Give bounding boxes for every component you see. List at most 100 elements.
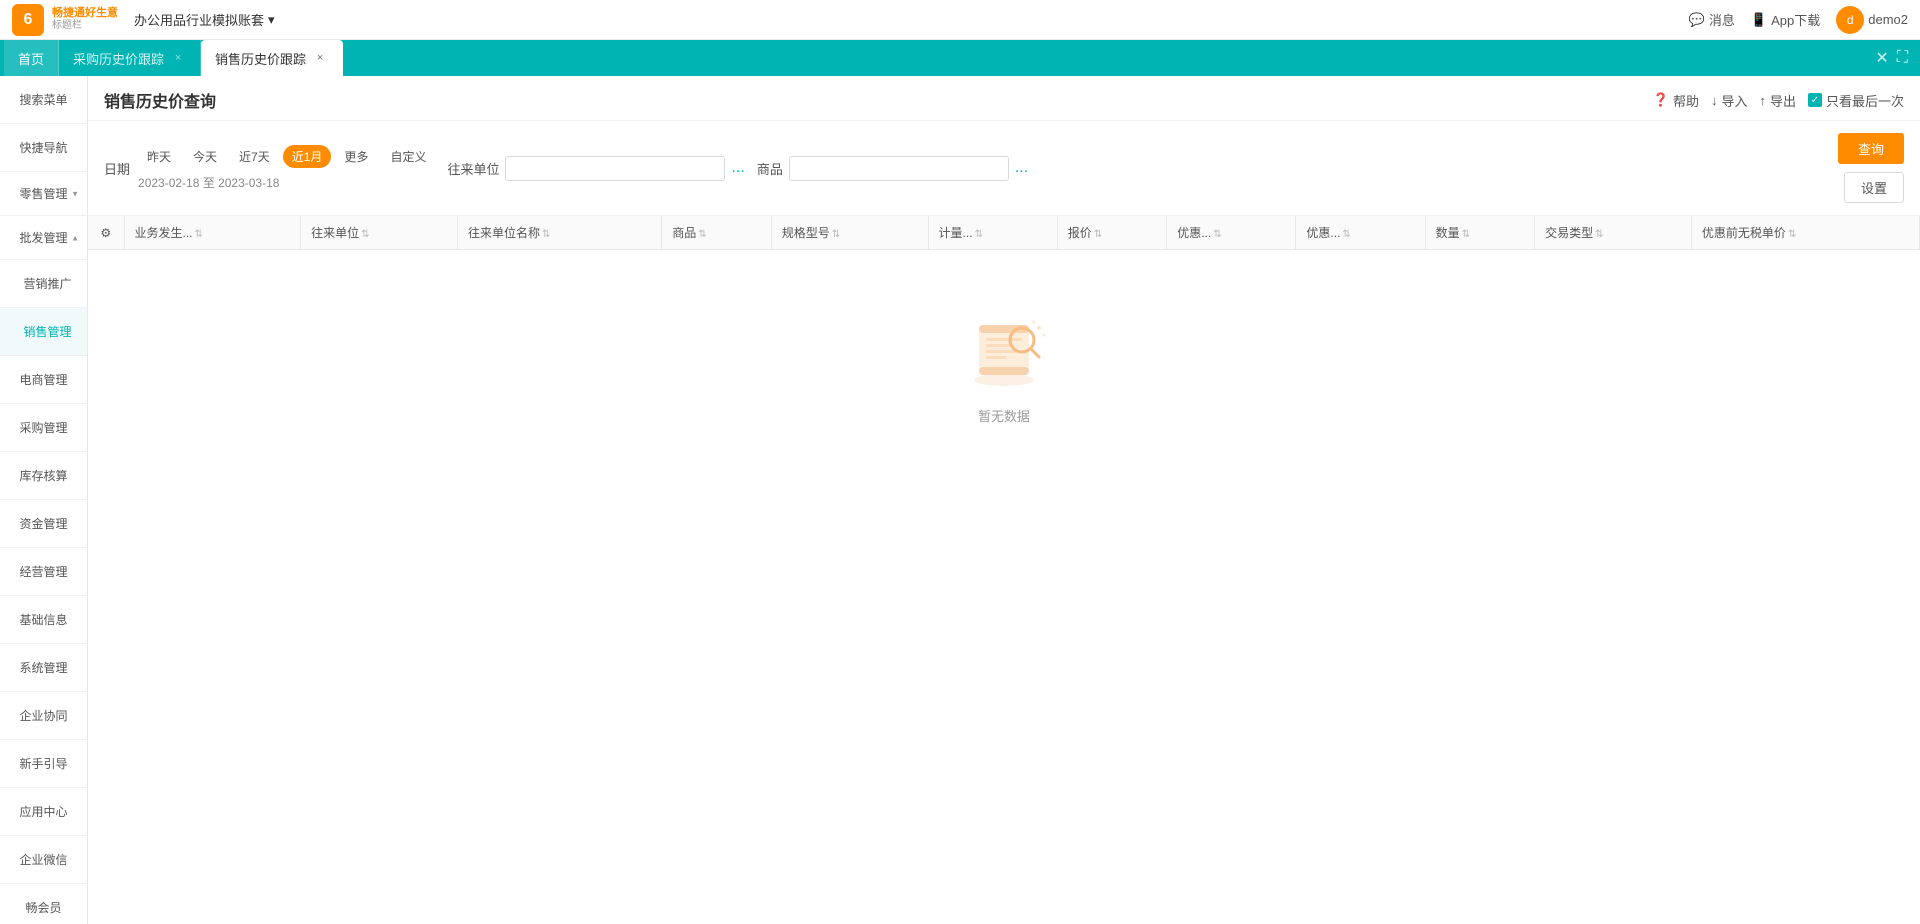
membership-label: 畅会员 xyxy=(25,899,61,916)
date-label: 日期 xyxy=(104,159,130,178)
settings-button[interactable]: 设置 xyxy=(1844,172,1904,203)
import-icon: ↓ xyxy=(1711,93,1718,108)
date-btn-1month[interactable]: 近1月 xyxy=(283,145,332,168)
only-last-label: 只看最后一次 xyxy=(1826,91,1904,110)
export-btn[interactable]: ↑ 导出 xyxy=(1759,91,1796,110)
col-spec[interactable]: 规格型号⇅ xyxy=(771,216,928,250)
content-area: 销售历史价查询 ❓ 帮助 ↓ 导入 ↑ 导出 xyxy=(88,76,1920,924)
col-pre-tax-price[interactable]: 优惠前无税单价⇅ xyxy=(1691,216,1919,250)
only-last-checkbox-icon xyxy=(1808,93,1822,107)
sidebar-item-sales-mgmt[interactable]: 销售管理 xyxy=(0,308,87,356)
tab-purchase-history-close[interactable]: × xyxy=(170,50,186,66)
only-last-checkbox[interactable]: 只看最后一次 xyxy=(1808,91,1904,110)
marketing-label: 营销推广 xyxy=(23,275,71,292)
tab-sales-history[interactable]: 销售历史价跟踪 × xyxy=(201,40,343,76)
date-filter-group: 日期 昨天 今天 近7天 近1月 更多 自定义 2023-02-18 至 202… xyxy=(104,145,435,191)
tab-purchase-history[interactable]: 采购历史价跟踪 × xyxy=(59,40,201,76)
tab-sales-history-label: 销售历史价跟踪 xyxy=(215,49,306,68)
wechat-label: 企业微信 xyxy=(19,851,67,868)
sidebar-item-guide[interactable]: 新手引导 xyxy=(0,740,87,788)
product-label: 商品 xyxy=(757,159,783,178)
sidebar-item-app-center[interactable]: 应用中心 xyxy=(0,788,87,836)
date-btn-7days[interactable]: 近7天 xyxy=(230,145,279,168)
table-container: ⚙ 业务发生...⇅ 往来单位⇅ 往来单位名称⇅ xyxy=(88,216,1920,924)
user-avatar: d xyxy=(1836,6,1864,34)
col-quoted-price[interactable]: 报价⇅ xyxy=(1057,216,1166,250)
message-btn[interactable]: 💬 消息 xyxy=(1689,10,1735,29)
top-bar-left: 6 畅捷通好生意 标题栏 办公用品行业模拟账套 ▾ xyxy=(12,4,283,36)
product-dots-btn[interactable]: ... xyxy=(1015,159,1028,177)
sidebar-item-system-mgmt[interactable]: 系统管理 xyxy=(0,644,87,692)
query-button[interactable]: 查询 xyxy=(1838,133,1904,164)
ecommerce-label: 电商管理 xyxy=(19,371,67,388)
finance-label: 资金管理 xyxy=(19,515,67,532)
partner-input[interactable] xyxy=(505,156,725,181)
sidebar-item-retail-mgmt[interactable]: 零售管理 xyxy=(0,172,87,216)
partner-filter-group: 往来单位 ... xyxy=(447,156,744,181)
sidebar-item-marketing[interactable]: 营销推广 xyxy=(0,260,87,308)
date-btn-more[interactable]: 更多 xyxy=(335,145,377,168)
col-product[interactable]: 商品⇅ xyxy=(662,216,771,250)
sidebar-item-inventory[interactable]: 库存核算 xyxy=(0,452,87,500)
gear-icon: ⚙ xyxy=(100,226,111,240)
help-btn[interactable]: ❓ 帮助 xyxy=(1653,91,1699,110)
sidebar-item-wechat[interactable]: 企业微信 xyxy=(0,836,87,884)
sidebar-item-ecommerce[interactable]: 电商管理 xyxy=(0,356,87,404)
col-gear[interactable]: ⚙ xyxy=(88,216,124,250)
tab-close-all-btn[interactable]: ✕ xyxy=(1875,48,1888,68)
page-container: 销售历史价查询 ❓ 帮助 ↓ 导入 ↑ 导出 xyxy=(88,76,1920,924)
col-partner-name[interactable]: 往来单位名称⇅ xyxy=(457,216,661,250)
sidebar-item-operations[interactable]: 经营管理 xyxy=(0,548,87,596)
product-input[interactable] xyxy=(789,156,1009,181)
data-table: ⚙ 业务发生...⇅ 往来单位⇅ 往来单位名称⇅ xyxy=(88,216,1920,250)
import-btn[interactable]: ↓ 导入 xyxy=(1711,91,1748,110)
table-header: ⚙ 业务发生...⇅ 往来单位⇅ 往来单位名称⇅ xyxy=(88,216,1920,250)
sidebar-item-search-menu[interactable]: 搜索菜单 xyxy=(0,76,87,124)
col-trade-type[interactable]: 交易类型⇅ xyxy=(1535,216,1692,250)
date-btn-today[interactable]: 今天 xyxy=(184,145,226,168)
tab-home[interactable]: 首页 xyxy=(4,40,59,76)
sales-mgmt-label: 销售管理 xyxy=(23,323,71,340)
tab-expand-btn[interactable]: ⛶ xyxy=(1897,49,1908,67)
sidebar-item-finance[interactable]: 资金管理 xyxy=(0,500,87,548)
app-subtitle: 标题栏 xyxy=(52,20,118,32)
tab-sales-history-close[interactable]: × xyxy=(312,50,328,66)
user-name: demo2 xyxy=(1868,12,1908,27)
app-center-label: 应用中心 xyxy=(19,803,67,820)
date-btn-yesterday[interactable]: 昨天 xyxy=(138,145,180,168)
date-btn-custom[interactable]: 自定义 xyxy=(381,145,435,168)
col-quantity[interactable]: 数量⇅ xyxy=(1425,216,1534,250)
app-download-btn[interactable]: 📱 App下载 xyxy=(1751,10,1820,29)
date-buttons: 昨天 今天 近7天 近1月 更多 自定义 xyxy=(138,145,435,168)
basic-info-label: 基础信息 xyxy=(19,611,67,628)
partner-label: 往来单位 xyxy=(447,159,499,178)
import-label: 导入 xyxy=(1721,91,1747,110)
sidebar-item-enterprise[interactable]: 企业协同 xyxy=(0,692,87,740)
inventory-label: 库存核算 xyxy=(19,467,67,484)
sidebar: 搜索菜单 快捷导航 零售管理 批发管理 营销推广 销售管理 电商管理 采购管理 … xyxy=(0,76,88,924)
main-layout: 搜索菜单 快捷导航 零售管理 批发管理 营销推广 销售管理 电商管理 采购管理 … xyxy=(0,76,1920,924)
empty-text: 暂无数据 xyxy=(978,406,1030,425)
app-logo: 6 xyxy=(12,4,44,36)
sidebar-item-quick-nav[interactable]: 快捷导航 xyxy=(0,124,87,172)
col-biz-date[interactable]: 业务发生...⇅ xyxy=(124,216,301,250)
col-discount2[interactable]: 优惠...⇅ xyxy=(1296,216,1425,250)
col-unit[interactable]: 计量...⇅ xyxy=(928,216,1057,250)
sidebar-item-wholesale-mgmt[interactable]: 批发管理 xyxy=(0,216,87,260)
user-info[interactable]: d demo2 xyxy=(1836,6,1908,34)
sidebar-item-basic-info[interactable]: 基础信息 xyxy=(0,596,87,644)
wholesale-mgmt-label: 批发管理 xyxy=(19,229,67,246)
help-label: 帮助 xyxy=(1673,91,1699,110)
col-partner-code[interactable]: 往来单位⇅ xyxy=(301,216,458,250)
sidebar-item-membership[interactable]: 畅会员 xyxy=(0,884,87,924)
selector-dropdown-icon: ▾ xyxy=(268,12,275,28)
empty-icon xyxy=(954,310,1054,390)
app-selector[interactable]: 办公用品行业模拟账套 ▾ xyxy=(126,6,283,33)
page-title: 销售历史价查询 xyxy=(104,88,216,112)
date-range: 2023-02-18 至 2023-03-18 xyxy=(138,174,435,191)
sidebar-item-purchase-mgmt[interactable]: 采购管理 xyxy=(0,404,87,452)
partner-dots-btn[interactable]: ... xyxy=(731,159,744,177)
col-discount1[interactable]: 优惠...⇅ xyxy=(1167,216,1296,250)
tab-bar-actions: ✕ ⛶ xyxy=(1875,40,1916,76)
purchase-mgmt-label: 采购管理 xyxy=(19,419,67,436)
